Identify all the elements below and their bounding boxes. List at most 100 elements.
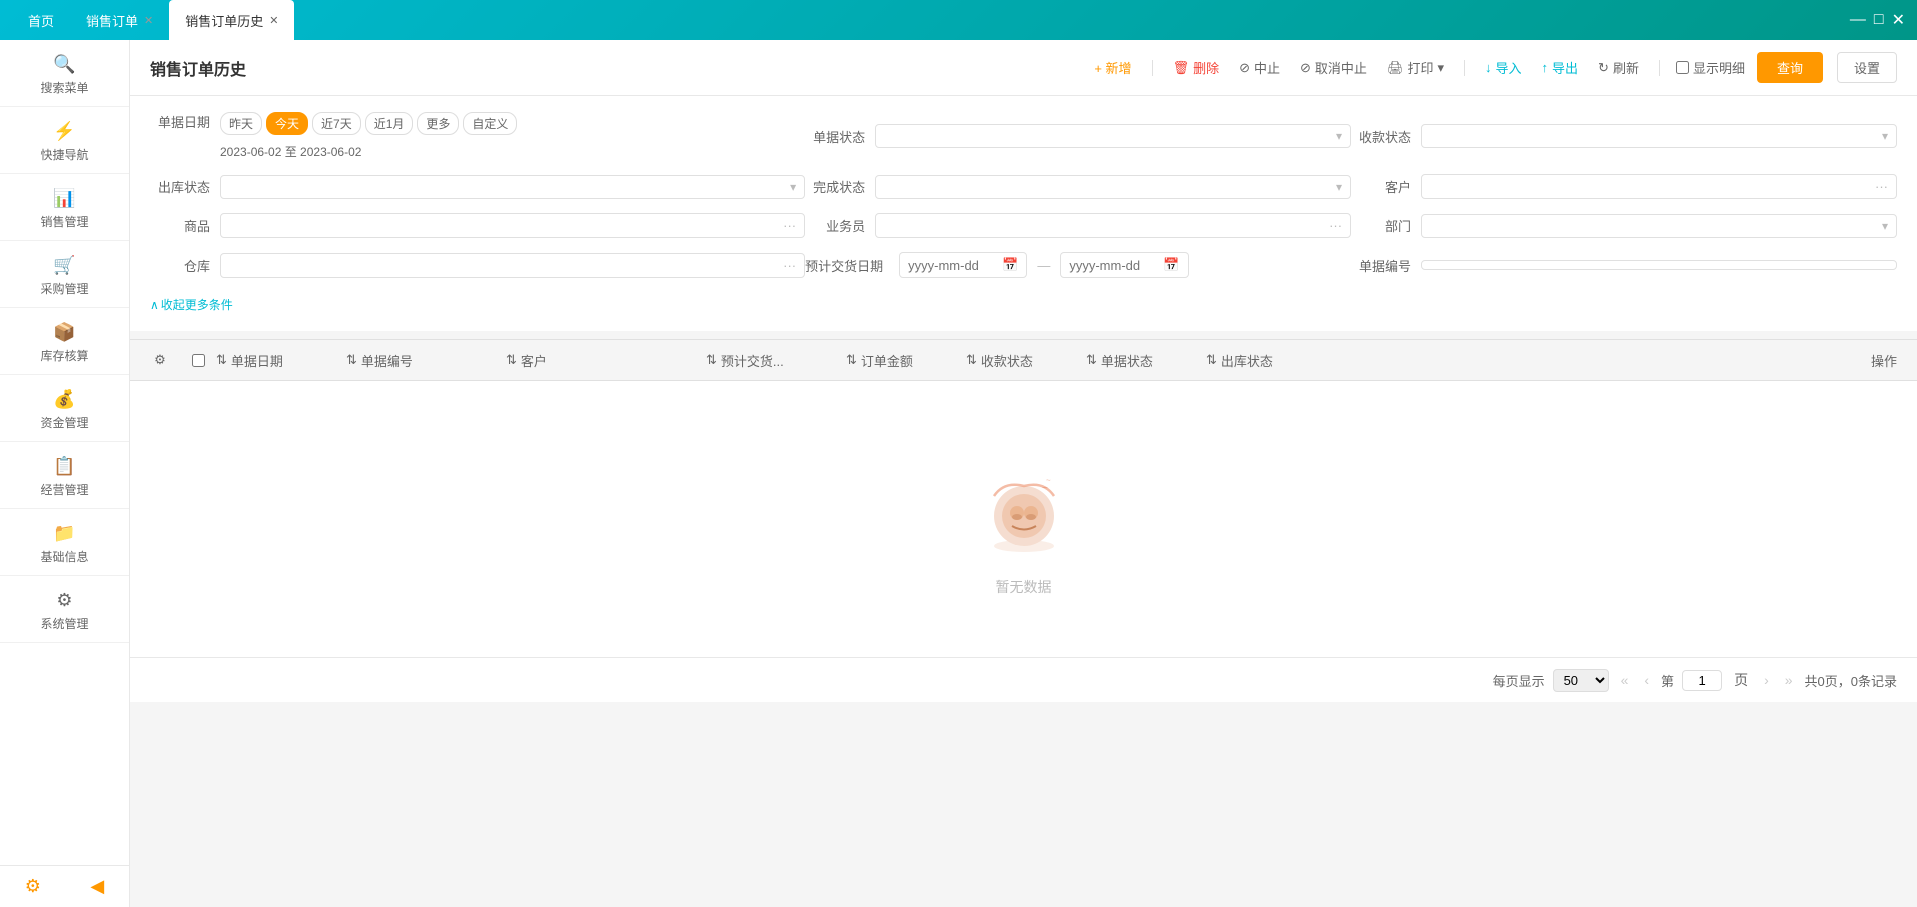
tab-home[interactable]: 首页 (12, 0, 70, 40)
sidebar-item-finance[interactable]: 💰 资金管理 (0, 375, 129, 442)
sidebar-item-quick-nav[interactable]: ⚡ 快捷导航 (0, 107, 129, 174)
inventory-icon: 📦 (53, 322, 75, 343)
close-sales-order-tab[interactable]: ✕ (144, 14, 153, 27)
main-content: 销售订单历史 + 新增 🗑 删除 ⊘ 中止 ⊘ 取消中止 🖨 (130, 40, 1917, 907)
last-page-btn[interactable]: » (1781, 670, 1797, 690)
maximize-btn[interactable]: □ (1874, 11, 1884, 29)
warehouse-field[interactable]: ··· (220, 253, 805, 278)
th-check[interactable] (180, 354, 216, 367)
basic-info-icon: 📁 (53, 523, 75, 544)
order-no-field[interactable] (1421, 260, 1897, 270)
date-btn-custom[interactable]: 自定义 (463, 112, 517, 135)
minimize-btn[interactable]: — (1850, 11, 1866, 29)
order-no-label: 单据编号 (1351, 256, 1421, 275)
print-btn[interactable]: 🖨 打印 ▾ (1383, 58, 1448, 77)
show-detail-checkbox[interactable]: 显示明细 (1676, 58, 1745, 77)
delivery-date-from[interactable]: 📅 (899, 252, 1027, 278)
order-status-arrow-icon: ▾ (1336, 129, 1342, 143)
stock-status-arrow-icon: ▾ (790, 180, 796, 194)
filter-row-4: 仓库 ··· 预计交货日期 📅 — 📅 (150, 252, 1897, 278)
per-page-select[interactable]: 50 100 200 (1553, 669, 1609, 692)
th-settings[interactable]: ⚙ (140, 352, 180, 368)
stop-btn[interactable]: ⊘ 中止 (1235, 58, 1284, 77)
purchase-mgmt-icon: 🛒 (53, 255, 75, 276)
th-delivery: ⇅ 预计交货... (706, 351, 846, 370)
sort-date-icon[interactable]: ⇅ (216, 352, 227, 368)
sidebar-item-inventory[interactable]: 📦 库存核算 (0, 308, 129, 375)
sort-order-status-icon[interactable]: ⇅ (1086, 352, 1097, 368)
product-field[interactable]: ··· (220, 213, 805, 238)
sort-customer-icon[interactable]: ⇅ (506, 352, 517, 368)
sidebar-item-system-mgmt[interactable]: ⚙ 系统管理 (0, 576, 129, 643)
payment-status-label: 收款状态 (1351, 127, 1421, 146)
date-btn-today[interactable]: 今天 (266, 112, 308, 135)
sidebar-item-operation[interactable]: 📋 经营管理 (0, 442, 129, 509)
page-header: 销售订单历史 + 新增 🗑 删除 ⊘ 中止 ⊘ 取消中止 🖨 (130, 40, 1917, 96)
tab-sales-order[interactable]: 销售订单 ✕ (70, 0, 169, 40)
th-action: 操作 (1326, 351, 1907, 370)
print-icon: 🖨 (1387, 60, 1404, 76)
complete-status-label: 完成状态 (805, 177, 875, 196)
stock-status-select[interactable]: ▾ (220, 175, 805, 199)
customer-field[interactable]: ··· (1421, 174, 1897, 199)
delete-btn[interactable]: 🗑 删除 (1169, 58, 1224, 77)
cancel-stop-btn[interactable]: ⊘ 取消中止 (1296, 58, 1371, 77)
select-all-checkbox[interactable] (192, 354, 205, 367)
close-btn[interactable]: ✕ (1892, 10, 1905, 30)
delivery-date-from-input[interactable] (908, 258, 998, 273)
show-detail-input[interactable] (1676, 61, 1689, 74)
department-select[interactable]: ▾ (1421, 214, 1897, 238)
export-btn[interactable]: ↑ 导出 (1538, 58, 1583, 77)
total-text: 共0页，0条记录 (1805, 671, 1897, 690)
date-btn-1month[interactable]: 近1月 (365, 112, 414, 135)
date-btn-more[interactable]: 更多 (417, 112, 459, 135)
complete-status-select[interactable]: ▾ (875, 175, 1351, 199)
sidebar-item-basic-info[interactable]: 📁 基础信息 (0, 509, 129, 576)
next-page-btn[interactable]: › (1760, 670, 1773, 690)
th-payment-status: ⇅ 收款状态 (966, 351, 1086, 370)
th-date: ⇅ 单据日期 (216, 351, 346, 370)
warehouse-label: 仓库 (150, 256, 220, 275)
sort-stock-status-icon[interactable]: ⇅ (1206, 352, 1217, 368)
tab-sales-order-history[interactable]: 销售订单历史 ✕ (169, 0, 294, 40)
th-customer: ⇅ 客户 (506, 351, 706, 370)
customer-label: 客户 (1351, 177, 1421, 196)
delivery-date-to-input[interactable] (1069, 258, 1159, 273)
page-number-input[interactable] (1682, 670, 1722, 691)
date-btn-yesterday[interactable]: 昨天 (220, 112, 262, 135)
sort-payment-status-icon[interactable]: ⇅ (966, 352, 977, 368)
product-more-icon: ··· (783, 218, 796, 233)
refresh-icon: ↻ (1598, 60, 1609, 76)
query-btn[interactable]: 查询 (1757, 52, 1823, 83)
sort-delivery-icon[interactable]: ⇅ (706, 352, 717, 368)
empty-illustration: ~ ~ (974, 461, 1074, 561)
date-btn-7days[interactable]: 近7天 (312, 112, 361, 135)
order-status-select[interactable]: ▾ (875, 124, 1351, 148)
sort-amount-icon[interactable]: ⇅ (846, 352, 857, 368)
sidebar-item-sales-mgmt[interactable]: 📊 销售管理 (0, 174, 129, 241)
print-dropdown-icon: ▾ (1437, 60, 1444, 76)
order-status-label: 单据状态 (805, 127, 875, 146)
page-title: 销售订单历史 (150, 56, 246, 80)
sidebar-item-search-menu[interactable]: 🔍 搜索菜单 (0, 40, 129, 107)
import-btn[interactable]: ↓ 导入 (1481, 58, 1526, 77)
close-history-tab[interactable]: ✕ (269, 14, 278, 27)
refresh-btn[interactable]: ↻ 刷新 (1594, 58, 1643, 77)
sidebar-item-purchase-mgmt[interactable]: 🛒 采购管理 (0, 241, 129, 308)
prev-page-btn[interactable]: ‹ (1640, 670, 1653, 690)
set-btn[interactable]: 设置 (1837, 52, 1897, 83)
collapse-sidebar-icon[interactable]: ◀ (90, 876, 104, 897)
salesman-label: 业务员 (805, 216, 875, 235)
salesman-field[interactable]: ··· (875, 213, 1351, 238)
sort-order-no-icon[interactable]: ⇅ (346, 352, 357, 368)
new-btn[interactable]: + 新增 (1090, 58, 1135, 77)
date-separator: — (1033, 258, 1054, 273)
first-page-btn[interactable]: « (1617, 670, 1633, 690)
divider-1 (1152, 60, 1153, 76)
date-buttons: 昨天 今天 近7天 近1月 更多 自定义 (220, 112, 517, 135)
payment-status-select[interactable]: ▾ (1421, 124, 1897, 148)
collapse-link[interactable]: ∧ 收起更多条件 (150, 296, 1897, 313)
import-icon: ↓ (1485, 60, 1492, 75)
delivery-date-to[interactable]: 📅 (1060, 252, 1188, 278)
settings-bottom-icon[interactable]: ⚙ (25, 876, 41, 897)
